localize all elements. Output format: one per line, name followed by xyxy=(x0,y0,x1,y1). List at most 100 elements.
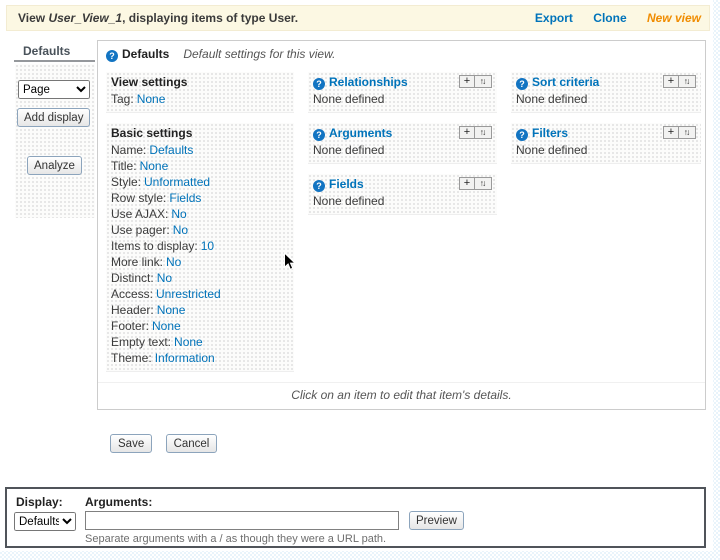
sidebar-panel: Page Add display Analyze xyxy=(15,64,95,218)
column-1: View settings Tag: None Basic settings Na… xyxy=(106,72,294,382)
help-icon[interactable]: ? xyxy=(516,129,528,141)
box-title-row: ? Arguments + ↑↓ xyxy=(313,126,492,142)
message-prefix: View xyxy=(18,11,49,25)
box-title-row: ? Filters + ↑↓ xyxy=(516,126,696,142)
setting-row: Distinct: No xyxy=(111,270,289,286)
setting-value-link[interactable]: None xyxy=(140,159,169,173)
rearrange-icon-button[interactable]: ↑↓ xyxy=(679,126,696,139)
add-icon-button[interactable]: + xyxy=(459,177,475,190)
preview-display-select[interactable]: Defaults xyxy=(14,512,76,531)
preview-button[interactable]: Preview xyxy=(409,511,464,530)
setting-value-link[interactable]: No xyxy=(166,255,181,269)
setting-row: Empty text: None xyxy=(111,334,289,350)
header-links: Export Clone New view xyxy=(518,11,701,25)
setting-row: Style: Unformatted xyxy=(111,174,289,190)
setting-row: Items to display: 10 xyxy=(111,238,289,254)
view-settings-title: View settings xyxy=(111,75,188,89)
new-view-link[interactable]: New view xyxy=(647,11,701,25)
help-icon[interactable]: ? xyxy=(106,50,118,62)
setting-label: Distinct: xyxy=(111,271,154,285)
display-label: Display: xyxy=(16,495,63,509)
setting-value-link[interactable]: Information xyxy=(155,351,215,365)
box-title-row: Basic settings xyxy=(111,126,289,142)
arguments-input[interactable] xyxy=(85,511,399,530)
cancel-button[interactable]: Cancel xyxy=(165,434,218,453)
setting-label: Style: xyxy=(111,175,142,189)
rearrange-icon-button[interactable]: ↑↓ xyxy=(475,126,492,139)
add-display-button[interactable]: Add display xyxy=(17,108,91,127)
help-icon[interactable]: ? xyxy=(313,78,325,90)
empty-text: None defined xyxy=(313,92,385,106)
setting-label: Items to display: xyxy=(111,239,198,253)
export-link[interactable]: Export xyxy=(535,11,573,25)
add-icon-button[interactable]: + xyxy=(459,126,475,139)
setting-row: Footer: None xyxy=(111,318,289,334)
mini-buttons: + ↑↓ xyxy=(663,75,696,88)
empty-text: None defined xyxy=(516,143,588,157)
setting-value-link[interactable]: None xyxy=(137,92,166,106)
setting-label: Access: xyxy=(111,287,154,301)
form-actions: Save Cancel xyxy=(110,434,227,453)
analyze-button[interactable]: Analyze xyxy=(27,156,82,175)
filters-title-link[interactable]: Filters xyxy=(532,126,568,140)
rearrange-icon-button[interactable]: ↑↓ xyxy=(679,75,696,88)
setting-row: Header: None xyxy=(111,302,289,318)
tab-defaults[interactable]: Defaults xyxy=(14,41,95,62)
help-icon[interactable]: ? xyxy=(313,180,325,192)
save-button[interactable]: Save xyxy=(110,434,153,453)
fields-title-link[interactable]: Fields xyxy=(329,177,364,191)
empty-text: None defined xyxy=(313,194,385,208)
view-message: View User_View_1, displaying items of ty… xyxy=(18,11,298,25)
box-title-row: ? Sort criteria + ↑↓ xyxy=(516,75,696,91)
setting-row: Title: None xyxy=(111,158,289,174)
arguments-title-link[interactable]: Arguments xyxy=(329,126,392,140)
setting-label: Theme: xyxy=(111,351,152,365)
setting-row: Row style: Fields xyxy=(111,190,289,206)
help-icon[interactable]: ? xyxy=(516,78,528,90)
rearrange-icon-button[interactable]: ↑↓ xyxy=(475,177,492,190)
setting-value-link[interactable]: Defaults xyxy=(149,143,193,157)
panel-subtitle: Default settings for this view. xyxy=(183,47,336,61)
setting-label: Empty text: xyxy=(111,335,172,349)
setting-value-link[interactable]: No xyxy=(171,207,186,221)
setting-label: Row style: xyxy=(111,191,167,205)
setting-row: More link: No xyxy=(111,254,289,270)
rearrange-icon-button[interactable]: ↑↓ xyxy=(475,75,492,88)
setting-label: More link: xyxy=(111,255,164,269)
setting-value-link[interactable]: None xyxy=(152,319,181,333)
relationships-box: ? Relationships + ↑↓ None defined xyxy=(308,72,497,113)
empty-text: None defined xyxy=(313,143,385,157)
add-icon-button[interactable]: + xyxy=(459,75,475,88)
setting-value-link[interactable]: No xyxy=(173,223,188,237)
setting-value-link[interactable]: None xyxy=(157,303,186,317)
setting-row: Tag: None xyxy=(111,91,289,107)
setting-value-link[interactable]: No xyxy=(157,271,172,285)
column-2: ? Relationships + ↑↓ None defined ? Argume… xyxy=(308,72,497,225)
setting-value-link[interactable]: None xyxy=(174,335,203,349)
panel-header: ? Defaults Default settings for this view. xyxy=(106,47,335,62)
sort-criteria-title-link[interactable]: Sort criteria xyxy=(532,75,599,89)
display-type-select[interactable]: Page xyxy=(18,80,90,99)
basic-settings-title: Basic settings xyxy=(111,126,193,140)
page: Export Clone New view View User_View_1, … xyxy=(0,0,713,551)
add-icon-button[interactable]: + xyxy=(663,75,679,88)
add-icon-button[interactable]: + xyxy=(663,126,679,139)
setting-value-link[interactable]: Unrestricted xyxy=(156,287,221,301)
setting-row: Access: Unrestricted xyxy=(111,286,289,302)
setting-value-link[interactable]: Fields xyxy=(169,191,201,205)
help-icon[interactable]: ? xyxy=(313,129,325,141)
arguments-help: Separate arguments with a / as though th… xyxy=(85,533,387,545)
mini-buttons: + ↑↓ xyxy=(459,75,492,88)
setting-row: Name: Defaults xyxy=(111,142,289,158)
box-title-row: ? Relationships + ↑↓ xyxy=(313,75,492,91)
mini-buttons: + ↑↓ xyxy=(459,126,492,139)
setting-value-link[interactable]: Unformatted xyxy=(144,175,210,189)
setting-row: Theme: Information xyxy=(111,350,289,366)
clone-link[interactable]: Clone xyxy=(593,11,626,25)
view-settings-box: View settings Tag: None xyxy=(106,72,294,113)
setting-label: Header: xyxy=(111,303,154,317)
setting-value-link[interactable]: 10 xyxy=(201,239,214,253)
relationships-title-link[interactable]: Relationships xyxy=(329,75,408,89)
basic-settings-box: Basic settings Name: Defaults Title: None … xyxy=(106,123,294,372)
panel-title: Defaults xyxy=(122,47,170,61)
